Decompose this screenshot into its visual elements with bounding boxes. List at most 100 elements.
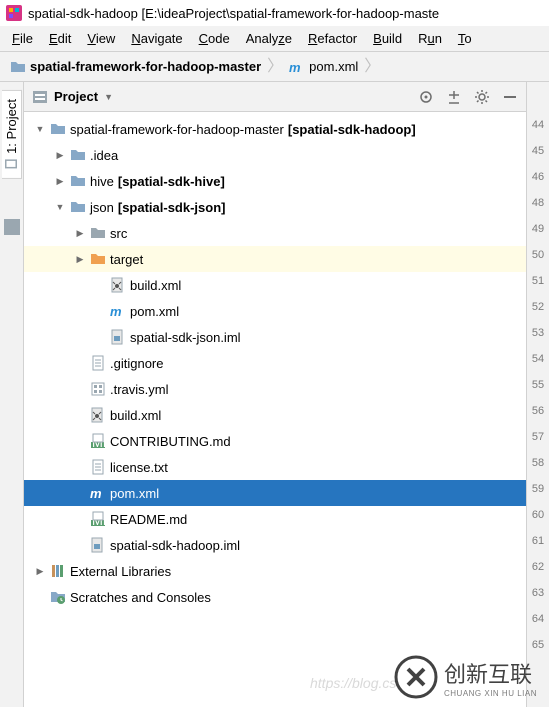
- tree-node-label: External Libraries: [70, 564, 171, 579]
- tree-node[interactable]: spatial-sdk-hadoop.iml: [24, 532, 526, 558]
- tree-node-label: .gitignore: [110, 356, 163, 371]
- tree-node[interactable]: build.xml: [24, 272, 526, 298]
- bookmark-icon[interactable]: [4, 219, 20, 235]
- app-icon: [6, 5, 22, 21]
- tree-node[interactable]: Scratches and Consoles: [24, 584, 526, 610]
- line-number: 46: [532, 164, 544, 190]
- tree-node[interactable]: ▶hive[spatial-sdk-hive]: [24, 168, 526, 194]
- folder-icon: [70, 173, 86, 189]
- minimize-icon[interactable]: [502, 89, 518, 105]
- left-gutter: 1: Project: [0, 82, 24, 707]
- tree-node[interactable]: license.txt: [24, 454, 526, 480]
- md-icon: MD: [90, 433, 106, 449]
- menu-file[interactable]: File: [4, 29, 41, 48]
- md-icon: MD: [90, 511, 106, 527]
- tree-node[interactable]: ▶ src: [24, 220, 526, 246]
- tree-node[interactable]: m pom.xml: [24, 480, 526, 506]
- window-title: spatial-sdk-hadoop [E:\ideaProject\spati…: [28, 6, 439, 21]
- chevron-down-icon[interactable]: ▼: [52, 202, 68, 212]
- menu-bar: File Edit View Navigate Code Analyze Ref…: [0, 26, 549, 52]
- gear-icon[interactable]: [474, 89, 490, 105]
- tree-node-label: json: [90, 200, 114, 215]
- menu-edit[interactable]: Edit: [41, 29, 79, 48]
- menu-view[interactable]: View: [79, 29, 123, 48]
- tree-node[interactable]: ▼ spatial-framework-for-hadoop-master [spa…: [24, 116, 526, 142]
- menu-run[interactable]: Run: [410, 29, 450, 48]
- tool-tab-project[interactable]: 1: Project: [2, 90, 22, 179]
- tree-node-label: pom.xml: [110, 486, 159, 501]
- tree-node[interactable]: build.xml: [24, 402, 526, 428]
- folder-orange-icon: [90, 251, 106, 267]
- line-number: 57: [532, 424, 544, 450]
- svg-text:m: m: [289, 60, 301, 75]
- menu-build[interactable]: Build: [365, 29, 410, 48]
- line-number: 53: [532, 320, 544, 346]
- watermark: 创新互联 CHUANG XIN HU LIAN: [394, 655, 537, 699]
- project-view-icon: [32, 89, 48, 105]
- menu-analyze[interactable]: Analyze: [238, 29, 300, 48]
- chevron-right-icon: 〉: [362, 59, 382, 75]
- breadcrumb-file[interactable]: m pom.xml: [285, 59, 362, 75]
- maven-icon: m: [90, 485, 106, 501]
- breadcrumb-root[interactable]: spatial-framework-for-hadoop-master: [6, 59, 265, 75]
- locate-icon[interactable]: [418, 89, 434, 105]
- menu-tools[interactable]: To: [450, 29, 480, 48]
- tree-node[interactable]: ▶ External Libraries: [24, 558, 526, 584]
- tree-node[interactable]: m pom.xml: [24, 298, 526, 324]
- tool-header: Project ▼: [24, 82, 526, 112]
- tree-node-label: Scratches and Consoles: [70, 590, 211, 605]
- project-tool-window: Project ▼ ▼ spatial-framework-for-hadoop-…: [24, 82, 527, 707]
- tree-node[interactable]: .travis.yml: [24, 376, 526, 402]
- editor-gutter: 4445464849505152535455565758596061626364…: [527, 82, 549, 707]
- file-icon: [90, 459, 106, 475]
- module-suffix: [spatial-sdk-json]: [118, 200, 226, 215]
- line-number: 58: [532, 450, 544, 476]
- folder-icon: [70, 199, 86, 215]
- module-suffix: [spatial-sdk-hadoop]: [288, 122, 416, 137]
- chevron-right-icon[interactable]: ▶: [52, 150, 68, 161]
- line-number: 63: [532, 580, 544, 606]
- line-number: 54: [532, 346, 544, 372]
- lib-icon: [50, 563, 66, 579]
- collapse-icon[interactable]: [446, 89, 462, 105]
- line-number: 62: [532, 554, 544, 580]
- folder-gray-icon: [90, 225, 106, 241]
- nav-bar: spatial-framework-for-hadoop-master 〉 m …: [0, 52, 549, 82]
- tree-node[interactable]: ▶.idea: [24, 142, 526, 168]
- chevron-right-icon[interactable]: ▶: [52, 176, 68, 187]
- tree-node[interactable]: MDREADME.md: [24, 506, 526, 532]
- tree-node-label: spatial-sdk-hadoop.iml: [110, 538, 240, 553]
- dropdown-icon[interactable]: ▼: [104, 92, 113, 102]
- chevron-right-icon[interactable]: ▶: [32, 566, 48, 577]
- yml-icon: [90, 381, 106, 397]
- tree-node[interactable]: ▶target: [24, 246, 526, 272]
- line-number: 48: [532, 190, 544, 216]
- tree-node[interactable]: .gitignore: [24, 350, 526, 376]
- watermark-logo-icon: [394, 655, 438, 699]
- tree-node-label: spatial-framework-for-hadoop-master: [70, 122, 284, 137]
- chevron-right-icon: 〉: [265, 59, 285, 75]
- line-number: 61: [532, 528, 544, 554]
- iml-icon: [110, 329, 126, 345]
- tree-node[interactable]: MD CONTRIBUTING.md: [24, 428, 526, 454]
- tree-node-label: CONTRIBUTING.md: [110, 434, 231, 449]
- menu-refactor[interactable]: Refactor: [300, 29, 365, 48]
- line-number: 56: [532, 398, 544, 424]
- iml-icon: [90, 537, 106, 553]
- line-number: 59: [532, 476, 544, 502]
- chevron-right-icon[interactable]: ▶: [72, 254, 88, 265]
- chevron-down-icon[interactable]: ▼: [32, 124, 48, 134]
- maven-icon: m: [110, 303, 126, 319]
- line-number: 44: [532, 112, 544, 138]
- tree-node-label: pom.xml: [130, 304, 179, 319]
- menu-code[interactable]: Code: [191, 29, 238, 48]
- tree-node[interactable]: ▼ json [spatial-sdk-json]: [24, 194, 526, 220]
- menu-navigate[interactable]: Navigate: [123, 29, 190, 48]
- module-suffix: [spatial-sdk-hive]: [118, 174, 225, 189]
- project-tree[interactable]: ▼ spatial-framework-for-hadoop-master [spa…: [24, 112, 526, 707]
- maven-icon: m: [289, 59, 305, 75]
- tree-node[interactable]: spatial-sdk-json.iml: [24, 324, 526, 350]
- svg-text:m: m: [90, 486, 102, 501]
- tree-node-label: src: [110, 226, 127, 241]
- chevron-right-icon[interactable]: ▶: [72, 228, 88, 239]
